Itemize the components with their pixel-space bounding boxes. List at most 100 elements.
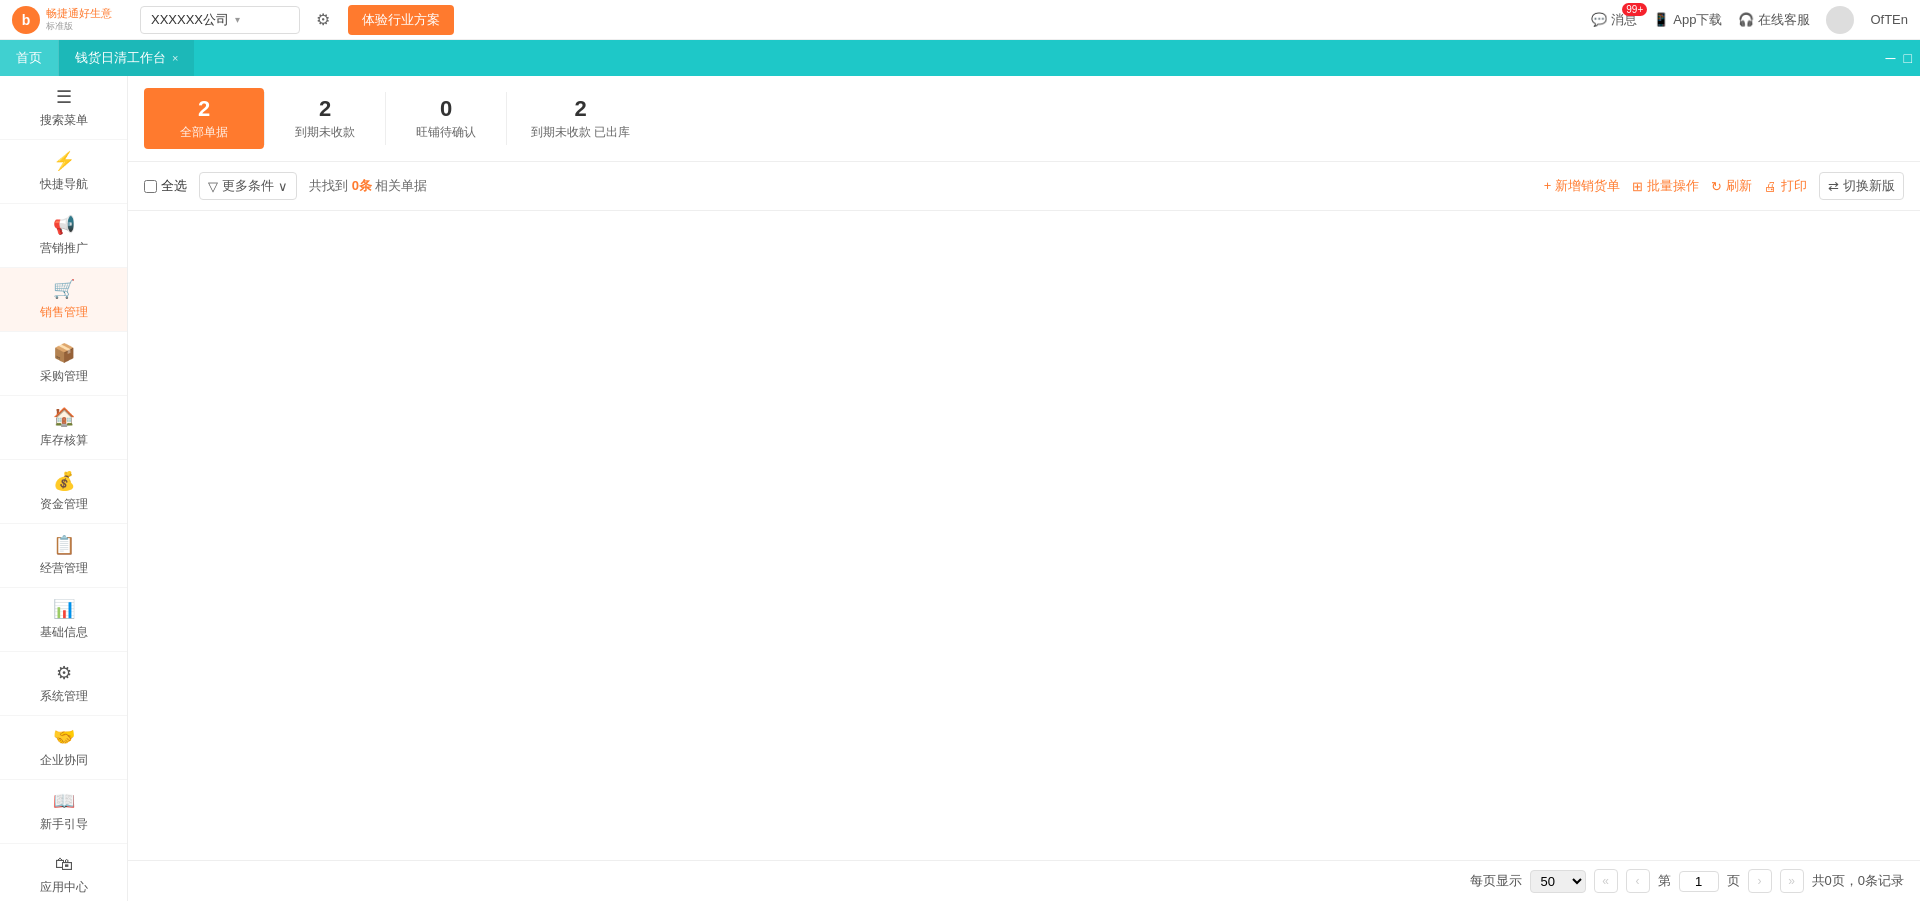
- online-service-button[interactable]: 🎧 在线客服: [1738, 11, 1810, 29]
- sidebar-item-purchase[interactable]: 📦 采购管理: [0, 332, 127, 396]
- card-overdue-shipped[interactable]: 2 到期未收款 已出库: [507, 88, 654, 149]
- purchase-icon: 📦: [53, 342, 75, 364]
- inventory-icon: 🏠: [53, 406, 75, 428]
- logo-badge: 标准版: [46, 20, 112, 33]
- checkbox-input[interactable]: [144, 180, 157, 193]
- sales-icon: 🛒: [53, 278, 75, 300]
- sidebar-item-guide[interactable]: 📖 新手引导: [0, 780, 127, 844]
- filter-arrow-icon: ∨: [278, 179, 288, 194]
- total-info: 共0页，0条记录: [1812, 872, 1904, 890]
- table-area: [128, 211, 1920, 860]
- prev-page-button[interactable]: ‹: [1626, 869, 1650, 893]
- online-service-label: 在线客服: [1758, 11, 1810, 29]
- sidebar-purchase-label: 采购管理: [40, 368, 88, 385]
- print-button[interactable]: 🖨 打印: [1764, 177, 1807, 195]
- switch-icon: ⇄: [1828, 179, 1839, 194]
- tab-bar: 首页 钱货日清工作台 × ─ □: [0, 40, 1920, 76]
- trial-button[interactable]: 体验行业方案: [348, 5, 454, 35]
- message-button[interactable]: 💬 消息 99+: [1591, 11, 1637, 29]
- sidebar-item-system[interactable]: ⚙ 系统管理: [0, 652, 127, 716]
- sidebar-item-basic-info[interactable]: 📊 基础信息: [0, 588, 127, 652]
- card-overdue-label: 到期未收款: [289, 124, 361, 141]
- sidebar-item-marketing[interactable]: 📢 营销推广: [0, 204, 127, 268]
- sidebar-item-finance[interactable]: 💰 资金管理: [0, 460, 127, 524]
- current-page-suffix: 页: [1727, 872, 1740, 890]
- refresh-label: 刷新: [1726, 177, 1752, 195]
- card-overdue[interactable]: 2 到期未收款: [265, 88, 385, 149]
- toolbar-right: + 新增销货单 ⊞ 批量操作 ↻ 刷新 🖨 打印 ⇄ 切换新版: [1544, 172, 1904, 200]
- sidebar-operations-label: 经营管理: [40, 560, 88, 577]
- found-suffix: 相关单据: [375, 178, 427, 193]
- found-count: 0条: [352, 178, 372, 193]
- app-download-button[interactable]: 📱 App下载: [1653, 11, 1722, 29]
- filter-icon: ▽: [208, 179, 218, 194]
- top-header: b 畅捷通好生意 标准版 XXXXXX公司 ▾ ⚙ 体验行业方案 💬 消息 99…: [0, 0, 1920, 40]
- sidebar-collaboration-label: 企业协同: [40, 752, 88, 769]
- card-wangpu-label: 旺铺待确认: [410, 124, 482, 141]
- switch-version-button[interactable]: ⇄ 切换新版: [1819, 172, 1904, 200]
- service-icon: 🎧: [1738, 12, 1754, 27]
- logo-icon: b: [12, 6, 40, 34]
- message-icon: 💬: [1591, 12, 1607, 27]
- marketing-icon: 📢: [53, 214, 75, 236]
- sidebar-item-sales[interactable]: 🛒 销售管理: [0, 268, 127, 332]
- basic-info-icon: 📊: [53, 598, 75, 620]
- switch-label: 切换新版: [1843, 177, 1895, 195]
- header-right: 💬 消息 99+ 📱 App下载 🎧 在线客服 OfTEn: [1591, 6, 1908, 34]
- tab-home[interactable]: 首页: [0, 40, 58, 76]
- sidebar-guide-label: 新手引导: [40, 816, 88, 833]
- batch-label: 批量操作: [1647, 177, 1699, 195]
- toolbar: 全选 ▽ 更多条件 ∨ 共找到 0条 相关单据 + 新增销货单 ⊞ 批量操作 ↻…: [128, 162, 1920, 211]
- batch-icon: ⊞: [1632, 179, 1643, 194]
- last-page-button[interactable]: »: [1780, 869, 1804, 893]
- settings-button[interactable]: ⚙: [308, 5, 338, 35]
- page-size-label: 每页显示: [1470, 872, 1522, 890]
- sidebar: ☰ 搜索菜单 ⚡ 快捷导航 📢 营销推广 🛒 销售管理 📦 采购管理 🏠 库存核…: [0, 76, 128, 901]
- tab-minimize-icon[interactable]: ─: [1886, 50, 1896, 66]
- card-wangpu-count: 0: [410, 96, 482, 122]
- print-icon: 🖨: [1764, 179, 1777, 194]
- filter-button[interactable]: ▽ 更多条件 ∨: [199, 172, 297, 200]
- content-area: 2 全部单据 2 到期未收款 0 旺铺待确认 2 到期未收款 已出库: [128, 76, 1920, 901]
- logo-text: 畅捷通好生意: [46, 6, 112, 20]
- user-avatar: [1826, 6, 1854, 34]
- sidebar-item-inventory[interactable]: 🏠 库存核算: [0, 396, 127, 460]
- guide-icon: 📖: [53, 790, 75, 812]
- finance-icon: 💰: [53, 470, 75, 492]
- company-selector[interactable]: XXXXXX公司 ▾: [140, 6, 300, 34]
- sidebar-item-app-center[interactable]: 🛍 应用中心: [0, 844, 127, 901]
- company-arrow-icon: ▾: [235, 14, 240, 25]
- summary-cards: 2 全部单据 2 到期未收款 0 旺铺待确认 2 到期未收款 已出库: [128, 76, 1920, 162]
- sidebar-item-collaboration[interactable]: 🤝 企业协同: [0, 716, 127, 780]
- user-name: OfTEn: [1870, 12, 1908, 27]
- logo-area: b 畅捷通好生意 标准版: [12, 6, 140, 34]
- sidebar-item-operations[interactable]: 📋 经营管理: [0, 524, 127, 588]
- tab-close-icon[interactable]: ×: [172, 52, 178, 64]
- next-page-button[interactable]: ›: [1748, 869, 1772, 893]
- refresh-button[interactable]: ↻ 刷新: [1711, 177, 1752, 195]
- first-page-button[interactable]: «: [1594, 869, 1618, 893]
- found-text: 共找到 0条 相关单据: [309, 177, 427, 195]
- page-number-input[interactable]: [1679, 871, 1719, 892]
- found-prefix: 共找到: [309, 178, 348, 193]
- sidebar-item-search[interactable]: ☰ 搜索菜单: [0, 76, 127, 140]
- sidebar-sales-label: 销售管理: [40, 304, 88, 321]
- sidebar-system-label: 系统管理: [40, 688, 88, 705]
- select-all-label: 全选: [161, 177, 187, 195]
- card-all[interactable]: 2 全部单据: [144, 88, 264, 149]
- card-overdue-count: 2: [289, 96, 361, 122]
- sidebar-item-shortcuts[interactable]: ⚡ 快捷导航: [0, 140, 127, 204]
- select-all-checkbox[interactable]: 全选: [144, 177, 187, 195]
- system-icon: ⚙: [56, 662, 72, 684]
- card-wangpu[interactable]: 0 旺铺待确认: [386, 88, 506, 149]
- current-page-label: 第: [1658, 872, 1671, 890]
- operations-icon: 📋: [53, 534, 75, 556]
- tab-active[interactable]: 钱货日清工作台 ×: [58, 40, 194, 76]
- batch-operation-button[interactable]: ⊞ 批量操作: [1632, 177, 1699, 195]
- page-size-select[interactable]: 10 20 50 100: [1530, 870, 1586, 893]
- app-center-icon: 🛍: [55, 854, 73, 875]
- new-sales-order-button[interactable]: + 新增销货单: [1544, 177, 1620, 195]
- tab-maximize-icon[interactable]: □: [1904, 50, 1912, 66]
- sidebar-app-center-label: 应用中心: [40, 879, 88, 896]
- app-download-label: App下载: [1673, 11, 1722, 29]
